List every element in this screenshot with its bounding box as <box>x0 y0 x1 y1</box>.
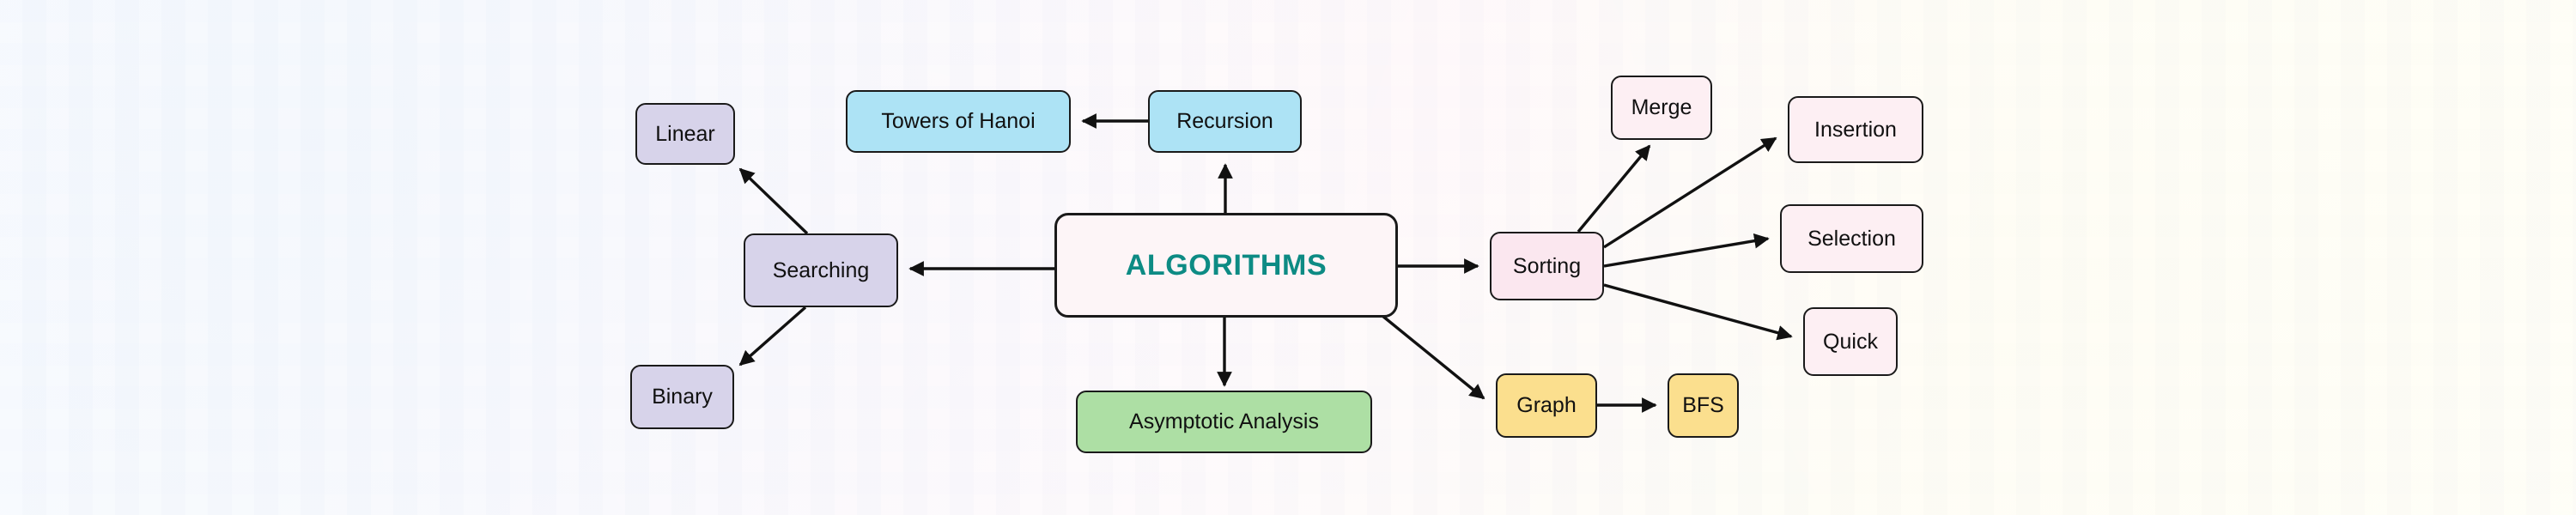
node-label: Sorting <box>1512 253 1582 278</box>
edge-sorting-to-insertion <box>1603 136 1777 249</box>
node-label: Selection <box>1807 226 1896 251</box>
node-recursion[interactable]: Recursion <box>1148 90 1302 153</box>
edge-searching-to-binary <box>738 306 807 367</box>
edge-sorting-to-merge <box>1577 144 1651 233</box>
node-selection[interactable]: Selection <box>1780 204 1923 273</box>
node-label: Asymptotic Analysis <box>1129 409 1319 433</box>
edge-algorithms-to-graph <box>1381 314 1485 400</box>
node-towers[interactable]: Towers of Hanoi <box>846 90 1071 153</box>
node-searching[interactable]: Searching <box>744 233 898 307</box>
node-graph[interactable]: Graph <box>1496 373 1597 438</box>
node-insertion[interactable]: Insertion <box>1788 96 1923 163</box>
edge-sorting-to-selection <box>1603 233 1770 268</box>
node-label: Quick <box>1823 329 1878 354</box>
node-label: ALGORITHMS <box>1125 249 1327 282</box>
node-label: Linear <box>655 121 715 146</box>
node-binary[interactable]: Binary <box>630 365 734 429</box>
node-linear[interactable]: Linear <box>635 103 735 165</box>
node-label: Searching <box>772 258 870 282</box>
node-label: Towers of Hanoi <box>881 109 1036 133</box>
node-label: Merge <box>1631 95 1692 119</box>
node-label: Insertion <box>1814 117 1897 142</box>
mindmap-canvas: ALGORITHMS Searching Linear Binary Recursion… <box>0 0 2576 515</box>
node-asymptotic[interactable]: Asymptotic Analysis <box>1076 391 1372 453</box>
node-quick[interactable]: Quick <box>1803 307 1898 376</box>
node-sorting[interactable]: Sorting <box>1490 232 1604 300</box>
node-bfs[interactable]: BFS <box>1668 373 1739 438</box>
node-merge[interactable]: Merge <box>1611 76 1712 140</box>
node-label: BFS <box>1682 393 1724 417</box>
edge-sorting-to-quick <box>1603 283 1793 341</box>
node-label: Graph <box>1516 393 1577 417</box>
node-algorithms[interactable]: ALGORITHMS <box>1054 213 1398 318</box>
node-label: Recursion <box>1176 109 1273 133</box>
edge-searching-to-linear <box>738 167 809 235</box>
node-label: Binary <box>652 385 713 409</box>
